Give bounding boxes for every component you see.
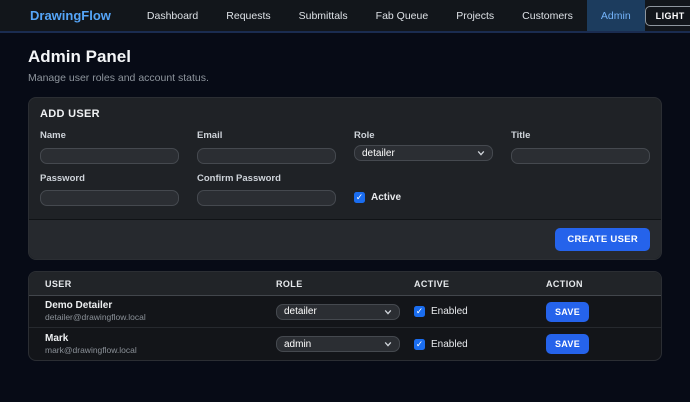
active-cell: Enabled — [414, 338, 546, 350]
add-user-card: ADD USER Name Email Role detailer Title … — [28, 97, 662, 260]
table-row: Mark mark@drawingflow.local admin Enable… — [29, 328, 661, 360]
role-select-value: detailer — [284, 306, 317, 317]
role-field-group: Role detailer — [354, 130, 493, 164]
enabled-checkbox-group[interactable]: Enabled — [414, 338, 546, 350]
top-navbar: DrawingFlow Dashboard Requests Submittal… — [0, 0, 690, 33]
column-header-role: ROLE — [276, 278, 303, 289]
column-header-active: ACTIVE — [414, 278, 450, 289]
enabled-label: Enabled — [431, 306, 468, 317]
role-select[interactable]: detailer — [354, 145, 493, 161]
main-content: Admin Panel Manage user roles and accoun… — [0, 33, 690, 361]
confirm-password-label: Confirm Password — [197, 172, 281, 184]
users-table-header: USER ROLE ACTIVE ACTION — [29, 272, 661, 296]
role-select[interactable]: admin — [276, 336, 400, 352]
user-cell: Demo Detailer detailer@drawingflow.local — [45, 299, 276, 323]
role-label: Role — [354, 130, 375, 141]
password-field[interactable] — [40, 190, 179, 206]
nav-links: Dashboard Requests Submittals Fab Queue … — [133, 0, 645, 31]
name-field-group: Name — [40, 130, 179, 164]
user-cell: Mark mark@drawingflow.local — [45, 332, 276, 356]
nav-item-customers[interactable]: Customers — [508, 0, 587, 31]
page-subtitle: Manage user roles and account status. — [28, 72, 209, 84]
email-label: Email — [197, 130, 223, 141]
theme-toggle-button[interactable]: LIGHT — [644, 5, 690, 26]
name-field[interactable] — [40, 147, 179, 164]
enabled-checkbox[interactable] — [414, 306, 425, 317]
nav-item-projects[interactable]: Projects — [442, 0, 508, 31]
add-user-card-footer: CREATE USER — [29, 219, 661, 259]
role-select[interactable]: detailer — [276, 303, 400, 320]
active-field-group: Active — [354, 173, 493, 207]
title-field-group: Title — [511, 130, 650, 164]
chevron-down-icon — [384, 309, 392, 315]
column-header-action: ACTION — [546, 278, 583, 289]
title-field[interactable] — [511, 147, 650, 164]
navbar-right: LIGHT Mark Logout — [644, 0, 690, 31]
action-cell: SAVE — [546, 334, 645, 354]
active-cell: Enabled — [414, 306, 546, 317]
active-checkbox[interactable] — [354, 192, 365, 203]
page-title: Admin Panel — [28, 47, 131, 66]
active-checkbox-label: Active — [371, 192, 402, 203]
confirm-password-field[interactable] — [197, 190, 336, 206]
name-label: Name — [40, 130, 66, 141]
save-button[interactable]: SAVE — [546, 301, 590, 322]
form-grid-spacer — [511, 173, 650, 207]
email-field-group: Email — [197, 130, 336, 164]
user-email-text: mark@drawingflow.local — [45, 344, 137, 355]
save-button[interactable]: SAVE — [546, 334, 590, 354]
role-select-value: admin — [284, 338, 312, 350]
users-table: USER ROLE ACTIVE ACTION Demo Detailer de… — [28, 271, 662, 361]
role-cell: admin — [276, 336, 414, 352]
enabled-checkbox[interactable] — [414, 338, 425, 350]
user-email-text: detailer@drawingflow.local — [45, 312, 146, 323]
nav-item-fab-queue[interactable]: Fab Queue — [362, 0, 443, 31]
title-label: Title — [511, 130, 531, 141]
chevron-down-icon — [477, 150, 485, 156]
brand-logo[interactable]: DrawingFlow — [30, 8, 111, 23]
email-field[interactable] — [197, 147, 336, 164]
column-header-user: USER — [45, 278, 72, 289]
table-row: Demo Detailer detailer@drawingflow.local… — [29, 296, 661, 328]
chevron-down-icon — [384, 341, 392, 347]
add-user-card-header: ADD USER — [40, 108, 100, 120]
nav-item-admin[interactable]: Admin — [586, 0, 645, 31]
add-user-form: Name Email Role detailer Title Password … — [29, 122, 661, 219]
password-field-group: Password — [40, 172, 179, 206]
enabled-checkbox-group[interactable]: Enabled — [414, 306, 546, 317]
confirm-password-field-group: Confirm Password — [197, 172, 336, 206]
active-checkbox-group[interactable]: Active — [354, 192, 401, 203]
password-label: Password — [40, 172, 85, 184]
action-cell: SAVE — [546, 301, 645, 322]
nav-item-requests[interactable]: Requests — [212, 0, 284, 31]
user-name-text: Mark — [45, 332, 69, 344]
role-cell: detailer — [276, 303, 414, 320]
nav-item-submittals[interactable]: Submittals — [285, 0, 362, 31]
user-name-text: Demo Detailer — [45, 300, 113, 312]
role-select-value: detailer — [362, 147, 395, 159]
nav-item-dashboard[interactable]: Dashboard — [133, 0, 212, 31]
create-user-button[interactable]: CREATE USER — [555, 228, 650, 251]
enabled-label: Enabled — [431, 338, 468, 350]
